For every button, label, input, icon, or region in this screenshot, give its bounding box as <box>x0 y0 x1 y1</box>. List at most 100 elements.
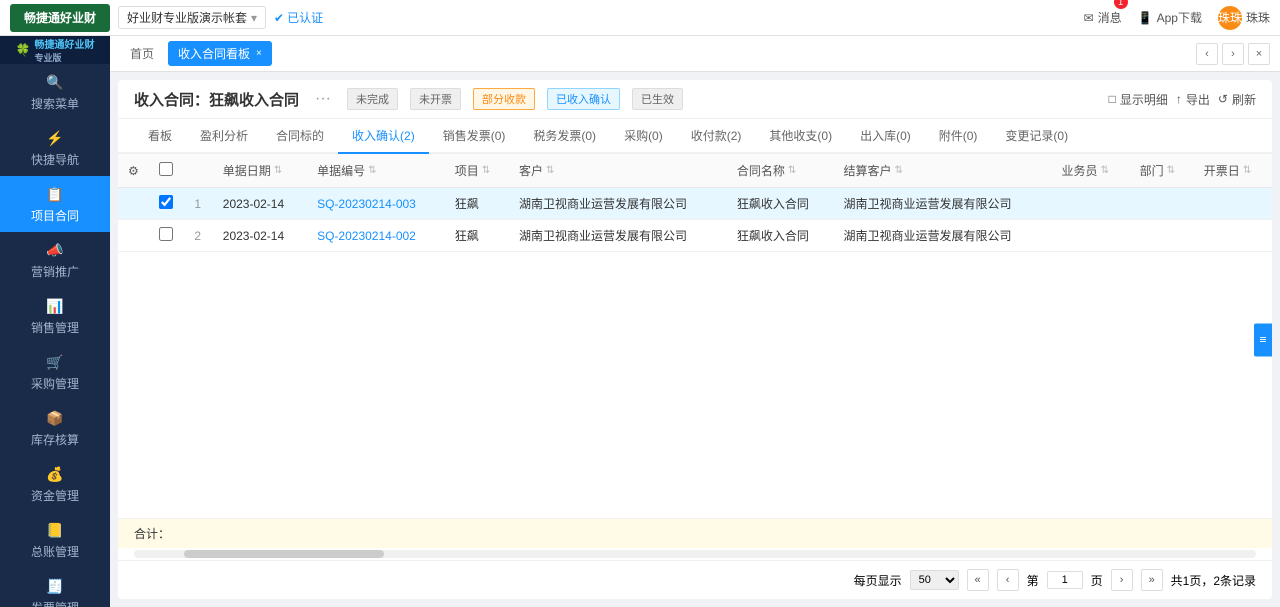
right-float-btn[interactable]: ≡ <box>1254 323 1272 356</box>
tab-kanban[interactable]: 看板 <box>134 119 186 154</box>
table-header-row: ⚙ 单据日期 ⇅ <box>118 154 1272 188</box>
settings-icon[interactable]: ⚙ <box>128 164 139 178</box>
page-input[interactable] <box>1047 571 1083 589</box>
tab-bar: 首页 收入合同看板 × ‹ › × <box>110 36 1280 72</box>
row-1-checkbox[interactable] <box>159 195 173 209</box>
table-row[interactable]: 2 2023-02-14 SQ-20230214-002 狂飙 湖南卫视商业运营… <box>118 220 1272 252</box>
user-profile[interactable]: 珠珠 珠珠 <box>1218 6 1270 30</box>
sidebar-quick-nav-label: 快捷导航 <box>31 151 79 168</box>
show-detail-label: 显示明细 <box>1120 91 1168 108</box>
company-name: 好业财专业版演示帐套 <box>127 9 247 26</box>
avatar-text: 珠珠 <box>1218 9 1242 26</box>
th-contract-name[interactable]: 合同名称 ⇅ <box>727 154 834 188</box>
tab-attachment[interactable]: 附件(0) <box>925 119 992 154</box>
order-link-1[interactable]: SQ-20230214-003 <box>317 197 416 211</box>
tab-contract-target[interactable]: 合同标的 <box>262 119 338 154</box>
tab-prev-btn[interactable]: ‹ <box>1196 43 1218 65</box>
status-uncomplete-btn[interactable]: 未完成 <box>347 88 398 110</box>
cell-orderno-2[interactable]: SQ-20230214-002 <box>307 220 445 252</box>
scrollbar-thumb[interactable] <box>184 550 384 558</box>
th-settle-customer[interactable]: 结算客户 ⇅ <box>834 154 1052 188</box>
tab-change-log[interactable]: 变更记录(0) <box>991 119 1082 154</box>
next-page-btn[interactable]: › <box>1111 569 1133 591</box>
th-settings[interactable]: ⚙ <box>118 154 149 188</box>
tab-purchase[interactable]: 采购(0) <box>610 119 677 154</box>
purchase-icon: 🛒 <box>45 352 65 372</box>
sort-icon-project: ⇅ <box>482 165 490 176</box>
prev-page-btn[interactable]: ‹ <box>997 569 1019 591</box>
search-icon: 🔍 <box>45 72 65 92</box>
th-open-date[interactable]: 开票日 ⇅ <box>1194 154 1272 188</box>
status-effective-btn[interactable]: 已生效 <box>632 88 683 110</box>
th-checkbox[interactable] <box>149 154 183 188</box>
sidebar-item-invoice[interactable]: 🧾 发票管理 <box>0 568 110 607</box>
top-bar-right: ✉ 1 消息 📱 App下载 珠珠 珠珠 <box>1084 6 1270 30</box>
sidebar-item-fund[interactable]: 💰 资金管理 <box>0 456 110 512</box>
sidebar-item-purchase[interactable]: 🛒 采购管理 <box>0 344 110 400</box>
more-options-btn[interactable]: ··· <box>311 90 335 108</box>
sidebar-item-inventory[interactable]: 📦 库存核算 <box>0 400 110 456</box>
cell-project-1: 狂飙 <box>445 188 509 220</box>
tab-payment[interactable]: 收付款(2) <box>677 119 756 154</box>
tab-profit-analysis[interactable]: 盈利分析 <box>186 119 262 154</box>
export-btn[interactable]: ↑ 导出 <box>1176 91 1210 108</box>
horizontal-scrollbar[interactable] <box>134 550 1256 558</box>
row-2-checkbox[interactable] <box>159 227 173 241</box>
th-project[interactable]: 项目 ⇅ <box>445 154 509 188</box>
th-order-date[interactable]: 单据日期 ⇅ <box>213 154 307 188</box>
refresh-btn[interactable]: ↺ 刷新 <box>1218 91 1256 108</box>
sidebar-item-marketing[interactable]: 📣 营销推广 <box>0 232 110 288</box>
phone-icon: 📱 <box>1138 11 1153 25</box>
fund-icon: 💰 <box>45 464 65 484</box>
sidebar-marketing-label: 营销推广 <box>31 263 79 280</box>
tab-income-confirm[interactable]: 收入确认(2) <box>338 119 429 154</box>
tab-close-all-btn[interactable]: × <box>1248 43 1270 65</box>
contract-header: 收入合同：狂飙收入合同 ··· 未完成 未开票 部分收款 已收入确认 已生效 □… <box>118 80 1272 119</box>
sidebar-item-ledger[interactable]: 📒 总账管理 <box>0 512 110 568</box>
tab-home[interactable]: 首页 <box>120 41 164 66</box>
inventory-icon: 📦 <box>45 408 65 428</box>
sidebar-item-quick-nav[interactable]: ⚡ 快捷导航 <box>0 120 110 176</box>
sidebar-inventory-label: 库存核算 <box>31 431 79 448</box>
tab-sales-invoice[interactable]: 销售发票(0) <box>429 119 520 154</box>
tab-close-btn[interactable]: × <box>256 48 262 59</box>
select-all-checkbox[interactable] <box>159 162 173 176</box>
message-btn[interactable]: ✉ 1 消息 <box>1084 9 1122 26</box>
table-row[interactable]: 1 2023-02-14 SQ-20230214-003 狂飙 湖南卫视商业运营… <box>118 188 1272 220</box>
app-name: 畅捷通好业财 <box>24 9 96 26</box>
cell-contract-2: 狂飙收入合同 <box>727 220 834 252</box>
sidebar-item-project-contract[interactable]: 📋 项目合同 <box>0 176 110 232</box>
th-customer[interactable]: 客户 ⇅ <box>509 154 727 188</box>
th-project-label: 项目 <box>455 162 479 179</box>
pagination-bar: 每页显示 50 20 100 « ‹ 第 页 › » 共1页，2条记录 <box>118 560 1272 599</box>
tab-warehouse[interactable]: 出入库(0) <box>846 119 925 154</box>
show-detail-btn[interactable]: □ 显示明细 <box>1109 91 1168 108</box>
cell-checkbox-1[interactable] <box>149 188 183 220</box>
last-page-btn[interactable]: » <box>1141 569 1163 591</box>
th-department[interactable]: 部门 ⇅ <box>1130 154 1194 188</box>
th-salesperson[interactable]: 业务员 ⇅ <box>1051 154 1129 188</box>
per-page-select[interactable]: 50 20 100 <box>910 570 959 590</box>
tab-next-btn[interactable]: › <box>1222 43 1244 65</box>
tab-income-board[interactable]: 收入合同看板 × <box>168 41 272 66</box>
sidebar-item-sales[interactable]: 📊 销售管理 <box>0 288 110 344</box>
status-uninvoiced-btn[interactable]: 未开票 <box>410 88 461 110</box>
tab-tax-invoice[interactable]: 税务发票(0) <box>519 119 610 154</box>
cell-orderno-1[interactable]: SQ-20230214-003 <box>307 188 445 220</box>
first-page-btn[interactable]: « <box>967 569 989 591</box>
status-partial-receipt-btn[interactable]: 部分收款 <box>473 88 535 110</box>
sidebar-item-search[interactable]: 🔍 搜索菜单 <box>0 64 110 120</box>
tab-income-board-label: 收入合同看板 <box>178 45 250 62</box>
cell-checkbox-2[interactable] <box>149 220 183 252</box>
tab-other-income[interactable]: 其他收支(0) <box>755 119 846 154</box>
th-order-no[interactable]: 单据编号 ⇅ <box>307 154 445 188</box>
app-download-btn[interactable]: 📱 App下载 <box>1138 9 1202 26</box>
cell-dept-1 <box>1130 188 1194 220</box>
th-open-date-label: 开票日 <box>1204 162 1240 179</box>
status-confirmed-btn[interactable]: 已收入确认 <box>547 88 620 110</box>
cell-opendate-1 <box>1194 188 1272 220</box>
top-bar-left: 畅捷通好业财 好业财专业版演示帐套 ▾ ✔ 已认证 <box>10 4 323 32</box>
company-selector[interactable]: 好业财专业版演示帐套 ▾ <box>118 6 266 29</box>
total-info: 共1页，2条记录 <box>1171 572 1256 589</box>
order-link-2[interactable]: SQ-20230214-002 <box>317 229 416 243</box>
